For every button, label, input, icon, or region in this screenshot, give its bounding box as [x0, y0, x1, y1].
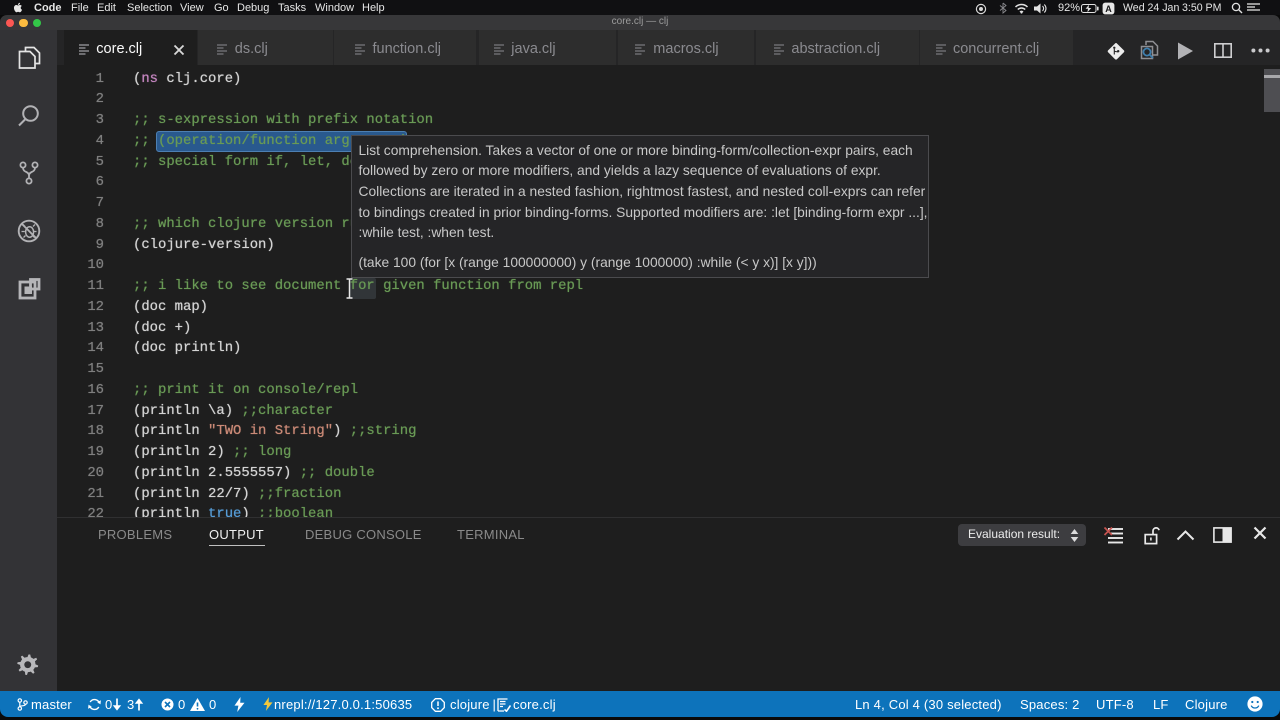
svg-text:A: A — [1105, 3, 1112, 13]
